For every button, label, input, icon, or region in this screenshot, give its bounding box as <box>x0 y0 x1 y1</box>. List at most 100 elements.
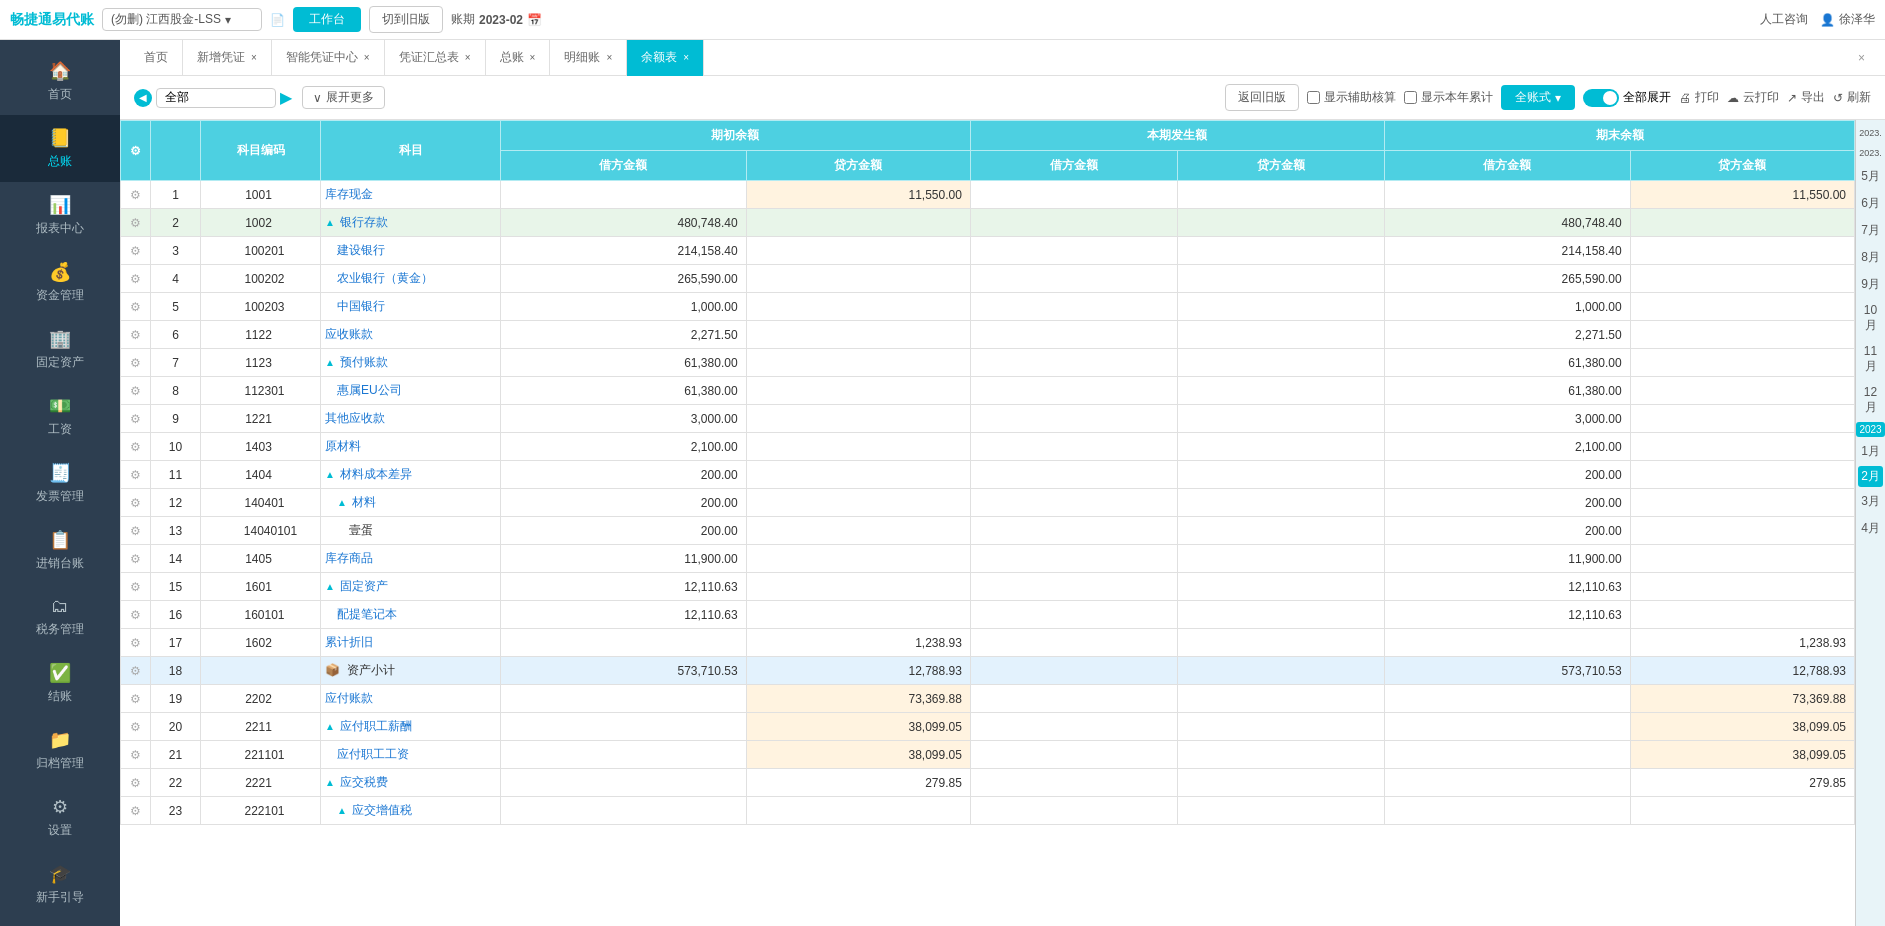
all-style-button[interactable]: 全账式 ▾ <box>1501 85 1575 110</box>
row-name-2[interactable]: 建设银行 <box>321 237 501 265</box>
row-link-16[interactable]: 累计折旧 <box>325 635 373 649</box>
row-link-7[interactable]: 惠属EU公司 <box>337 383 402 397</box>
row-name-8[interactable]: 其他应收款 <box>321 405 501 433</box>
tab-home[interactable]: 首页 <box>130 40 183 76</box>
row-name-3[interactable]: 农业银行（黄金） <box>321 265 501 293</box>
right-panel-month-11[interactable]: 11月 <box>1856 340 1885 379</box>
right-panel-month-5[interactable]: 5月 <box>1859 164 1882 189</box>
tab-smart-center-close[interactable]: × <box>364 52 370 63</box>
row-name-15[interactable]: 配提笔记本 <box>321 601 501 629</box>
export-button[interactable]: ↗ 导出 <box>1787 89 1825 106</box>
expand-icon-1[interactable]: ▲ <box>325 217 335 228</box>
row-link-20[interactable]: 应付职工工资 <box>337 747 409 761</box>
row-name-10[interactable]: ▲ 材料成本差异 <box>321 461 501 489</box>
cloud-print-button[interactable]: ☁ 云打印 <box>1727 89 1779 106</box>
row-name-19[interactable]: ▲ 应付职工薪酬 <box>321 713 501 741</box>
right-panel-month-3[interactable]: 3月 <box>1859 489 1882 514</box>
tab-balance-sheet[interactable]: 余额表 × <box>627 40 704 76</box>
expand-icon-14[interactable]: ▲ <box>325 581 335 592</box>
workbench-button[interactable]: 工作台 <box>293 7 361 32</box>
expand-all-toggle[interactable]: 全部展开 <box>1583 89 1671 107</box>
calendar-icon[interactable]: 📅 <box>527 13 542 27</box>
right-panel-month-9[interactable]: 9月 <box>1859 272 1882 297</box>
tab-balance-sheet-close[interactable]: × <box>683 52 689 63</box>
row-link-5[interactable]: 应收账款 <box>325 327 373 341</box>
right-panel-month-10[interactable]: 10月 <box>1856 299 1885 338</box>
consult-button[interactable]: 人工咨询 <box>1760 11 1808 28</box>
show-auxiliary-checkbox[interactable]: 显示辅助核算 <box>1307 89 1396 106</box>
row-link-3[interactable]: 农业银行（黄金） <box>337 271 433 285</box>
right-panel-year-active[interactable]: 2023 <box>1856 422 1884 437</box>
tab-smart-center[interactable]: 智能凭证中心 × <box>272 40 385 76</box>
return-old-version-button[interactable]: 返回旧版 <box>1225 84 1299 111</box>
tab-detail-ledger-close[interactable]: × <box>606 52 612 63</box>
row-name-14[interactable]: ▲ 固定资产 <box>321 573 501 601</box>
row-name-21[interactable]: ▲ 应交税费 <box>321 769 501 797</box>
sidebar-item-funds[interactable]: 💰 资金管理 <box>0 249 120 316</box>
right-panel-month-1[interactable]: 1月 <box>1859 439 1882 464</box>
show-ytd-checkbox[interactable]: 显示本年累计 <box>1404 89 1493 106</box>
switch-version-button[interactable]: 切到旧版 <box>369 6 443 33</box>
row-link-0[interactable]: 库存现金 <box>325 187 373 201</box>
refresh-button[interactable]: ↺ 刷新 <box>1833 89 1871 106</box>
right-panel-year-2023a[interactable]: 2023. <box>1857 124 1884 142</box>
breadcrumb-arrow-icon[interactable]: ▶ <box>280 88 292 107</box>
sidebar-item-guide[interactable]: 🎓 新手引导 <box>0 851 120 918</box>
row-name-6[interactable]: ▲ 预付账款 <box>321 349 501 377</box>
tab-new-voucher-close[interactable]: × <box>251 52 257 63</box>
row-link-19[interactable]: 应付职工薪酬 <box>340 719 412 733</box>
right-panel-month-7[interactable]: 7月 <box>1859 218 1882 243</box>
row-link-13[interactable]: 库存商品 <box>325 551 373 565</box>
row-link-10[interactable]: 材料成本差异 <box>340 467 412 481</box>
row-name-4[interactable]: 中国银行 <box>321 293 501 321</box>
sidebar-item-ledger[interactable]: 📒 总账 <box>0 115 120 182</box>
right-panel-month-8[interactable]: 8月 <box>1859 245 1882 270</box>
sidebar-item-invoice[interactable]: 🧾 发票管理 <box>0 450 120 517</box>
row-name-16[interactable]: 累计折旧 <box>321 629 501 657</box>
tab-close-all[interactable]: × <box>1848 40 1875 76</box>
row-name-13[interactable]: 库存商品 <box>321 545 501 573</box>
sidebar-item-settings[interactable]: ⚙ 设置 <box>0 784 120 851</box>
expand-icon-11[interactable]: ▲ <box>337 497 347 508</box>
auxiliary-checkbox-input[interactable] <box>1307 91 1320 104</box>
row-link-1[interactable]: 银行存款 <box>340 215 388 229</box>
sidebar-item-home[interactable]: 🏠 首页 <box>0 48 120 115</box>
right-panel-month-12[interactable]: 12月 <box>1856 381 1885 420</box>
tab-general-ledger-close[interactable]: × <box>530 52 536 63</box>
row-link-8[interactable]: 其他应收款 <box>325 411 385 425</box>
expand-icon-19[interactable]: ▲ <box>325 721 335 732</box>
balance-table-container[interactable]: ⚙ 科目编码 科目 期初余额 本期发生额 期末余额 借方金额 贷方金额 借方金额 <box>120 120 1855 926</box>
tab-voucher-summary-close[interactable]: × <box>465 52 471 63</box>
expand-more-button[interactable]: ∨ 展开更多 <box>302 86 385 109</box>
sidebar-item-salary[interactable]: 💵 工资 <box>0 383 120 450</box>
subject-filter-input[interactable] <box>156 88 276 108</box>
expand-icon-21[interactable]: ▲ <box>325 777 335 788</box>
row-link-14[interactable]: 固定资产 <box>340 579 388 593</box>
row-name-7[interactable]: 惠属EU公司 <box>321 377 501 405</box>
sidebar-item-vip[interactable]: V 畅会员 <box>0 918 120 926</box>
row-name-9[interactable]: 原材料 <box>321 433 501 461</box>
tab-new-voucher[interactable]: 新增凭证 × <box>183 40 272 76</box>
row-name-22[interactable]: ▲ 应交增值税 <box>321 797 501 825</box>
row-name-1[interactable]: ▲ 银行存款 <box>321 209 501 237</box>
row-name-20[interactable]: 应付职工工资 <box>321 741 501 769</box>
row-name-5[interactable]: 应收账款 <box>321 321 501 349</box>
row-name-0[interactable]: 库存现金 <box>321 181 501 209</box>
sidebar-item-close[interactable]: ✅ 结账 <box>0 650 120 717</box>
tab-general-ledger[interactable]: 总账 × <box>486 40 551 76</box>
right-panel-month-4[interactable]: 4月 <box>1859 516 1882 541</box>
row-link-4[interactable]: 中国银行 <box>337 299 385 313</box>
row-link-9[interactable]: 原材料 <box>325 439 361 453</box>
expand-icon-6[interactable]: ▲ <box>325 357 335 368</box>
row-link-22[interactable]: 应交增值税 <box>352 803 412 817</box>
right-panel-year-2023b[interactable]: 2023. <box>1857 144 1884 162</box>
row-name-11[interactable]: ▲ 材料 <box>321 489 501 517</box>
company-selector[interactable]: (勿删) 江西股金-LSS ▾ <box>102 8 262 31</box>
row-link-6[interactable]: 预付账款 <box>340 355 388 369</box>
row-link-21[interactable]: 应交税费 <box>340 775 388 789</box>
expand-icon-22[interactable]: ▲ <box>337 805 347 816</box>
ytd-checkbox-input[interactable] <box>1404 91 1417 104</box>
tab-detail-ledger[interactable]: 明细账 × <box>550 40 627 76</box>
sidebar-item-tax[interactable]: 🗂 税务管理 <box>0 584 120 650</box>
row-name-18[interactable]: 应付账款 <box>321 685 501 713</box>
